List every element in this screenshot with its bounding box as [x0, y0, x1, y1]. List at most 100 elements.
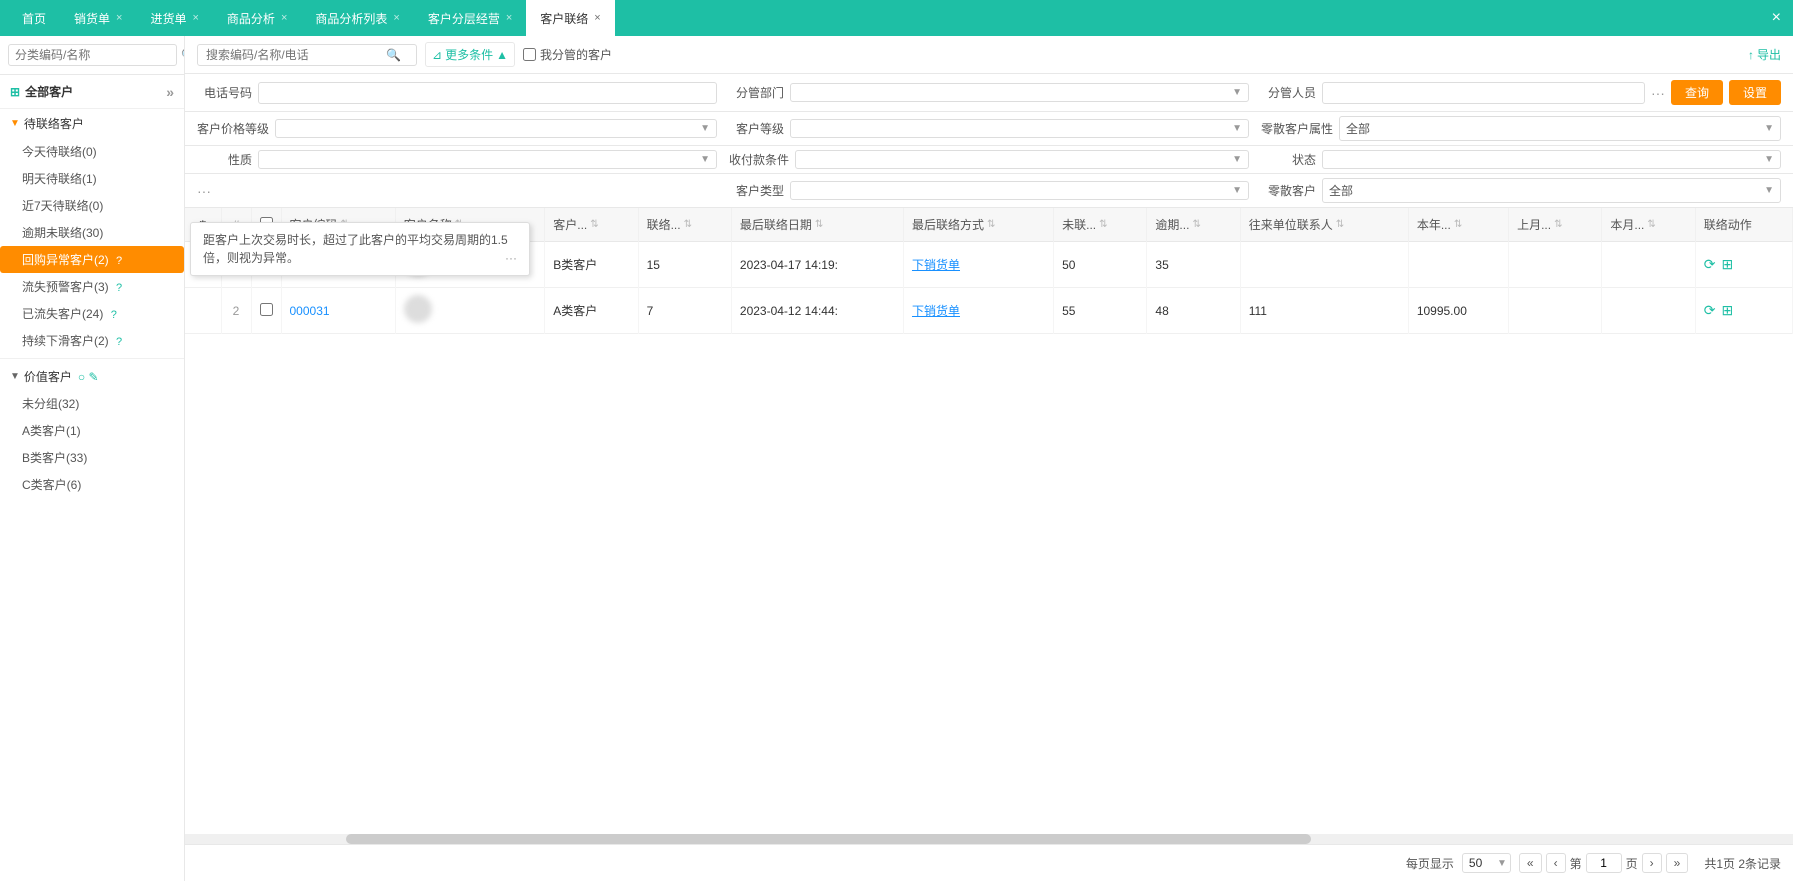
close-purchase-order[interactable]: ×	[192, 12, 198, 24]
row-contact-count-cell: 7	[638, 288, 731, 334]
manager-dots-icon[interactable]: ···	[1651, 85, 1665, 101]
sidebar-item-b-class[interactable]: B类客户(33)	[0, 444, 184, 471]
sidebar-item-a-class[interactable]: A类客户(1)	[0, 417, 184, 444]
cust-level-label: 客户等级	[729, 120, 784, 137]
cust-type-select[interactable]: ▼	[790, 181, 1249, 200]
row-checkbox[interactable]	[260, 303, 273, 316]
sidebar-item-tomorrow[interactable]: 明天待联络(1)	[0, 165, 184, 192]
col-contact-person[interactable]: 往来单位联系人⇅	[1240, 208, 1408, 242]
row-action-cell: ⟳ ⊞	[1695, 288, 1792, 334]
horizontal-scrollbar[interactable]	[185, 834, 1793, 844]
sidebar-item-ungroup[interactable]: 未分组(32)	[0, 390, 184, 417]
close-sales-order[interactable]: ×	[116, 12, 122, 24]
dots-expand-icon[interactable]: ···	[197, 183, 211, 199]
price-level-select[interactable]: ▼	[275, 119, 717, 138]
col-overdue[interactable]: 逾期...⇅	[1147, 208, 1240, 242]
sidebar-item-declining[interactable]: 持续下滑客户(2) ?	[0, 327, 184, 354]
filter-panel-row4: ··· 客户类型 ▼ 零散客户 全部 ▼	[185, 174, 1793, 208]
status-select[interactable]: ▼	[1322, 150, 1781, 169]
dept-select[interactable]: ▼	[790, 83, 1249, 102]
sidebar-collapse-btn[interactable]: »	[166, 84, 174, 100]
main-search-input[interactable]	[206, 48, 386, 62]
filter-status: 状态 ▼	[1261, 150, 1781, 169]
page-number-input[interactable]	[1586, 853, 1622, 873]
retail-attr-select[interactable]: 全部 ▼	[1339, 116, 1781, 141]
nav-customer-contact[interactable]: 客户联络 ×	[526, 0, 614, 36]
close-product-analysis[interactable]: ×	[281, 12, 287, 24]
prev-page-btn[interactable]: ‹	[1546, 853, 1566, 873]
col-contact-count[interactable]: 联络...⇅	[638, 208, 731, 242]
close-customer-contact[interactable]: ×	[594, 12, 600, 24]
total-info: 共1页 2条记录	[1704, 855, 1781, 872]
per-page-select[interactable]: 50 20 100	[1462, 853, 1511, 873]
nav-sales-order[interactable]: 销货单 ×	[60, 0, 136, 36]
query-btn[interactable]: 查询	[1671, 80, 1723, 105]
sort-cp-icon: ⇅	[1336, 219, 1344, 230]
sidebar-divider	[0, 358, 184, 359]
col-last-month[interactable]: 上月...⇅	[1509, 208, 1602, 242]
nav-product-analysis-list[interactable]: 商品分析列表 ×	[301, 0, 413, 36]
retail-cust-select[interactable]: 全部 ▼	[1322, 178, 1781, 203]
col-category[interactable]: 客户...⇅	[545, 208, 638, 242]
sidebar-item-c-class[interactable]: C类客户(6)	[0, 471, 184, 498]
export-btn[interactable]: ↑ 导出	[1748, 46, 1781, 63]
sidebar-all-customers-header[interactable]: ⊞ 全部客户 »	[0, 75, 184, 109]
filter-panel-row2: 客户价格等级 ▼ 客户等级 ▼ 零散客户属性 全部 ▼	[185, 112, 1793, 146]
sidebar-item-7days[interactable]: 近7天待联络(0)	[0, 192, 184, 219]
more-conditions-btn[interactable]: ⊿ 更多条件 ▲	[425, 42, 515, 67]
nav-customer-tier[interactable]: 客户分层经营 ×	[414, 0, 526, 36]
action-grid-icon[interactable]: ⊞	[1721, 256, 1733, 273]
customer-table-container: ⚙ # 客户编码⇅ 客户名称⇅ 客户...⇅	[185, 208, 1793, 834]
cust-level-select[interactable]: ▼	[790, 119, 1249, 138]
row-checkbox-cell[interactable]	[251, 288, 281, 334]
row-last-method-cell[interactable]: 下销货单	[903, 242, 1053, 288]
action-grid-icon[interactable]: ⊞	[1721, 302, 1733, 319]
first-page-btn[interactable]: «	[1519, 853, 1542, 873]
edit-icons[interactable]: ○ ✎	[78, 370, 99, 384]
phone-input[interactable]	[258, 82, 717, 104]
manager-input[interactable]	[1322, 82, 1645, 104]
my-customers-checkbox[interactable]	[523, 48, 536, 61]
sidebar-pending-group[interactable]: ▼ 待联络客户	[0, 109, 184, 138]
filter-payment: 收付款条件 ▼	[729, 150, 1249, 169]
sidebar-item-overdue[interactable]: 逾期未联络(30)	[0, 219, 184, 246]
row-last-method-cell[interactable]: 下销货单	[903, 288, 1053, 334]
action-link-icon[interactable]: ⟳	[1704, 256, 1716, 273]
filter-price-level: 客户价格等级 ▼	[197, 116, 717, 141]
row-this-year-cell: 10995.00	[1408, 288, 1508, 334]
row-category-cell: A类客户	[545, 288, 638, 334]
nav-purchase-order[interactable]: 进货单 ×	[136, 0, 212, 36]
col-last-method[interactable]: 最后联络方式⇅	[903, 208, 1053, 242]
payment-select[interactable]: ▼	[795, 150, 1249, 169]
main-search-icon[interactable]: 🔍	[386, 48, 401, 62]
my-customers-checkbox-label[interactable]: 我分管的客户	[523, 46, 612, 63]
next-page-btn[interactable]: ›	[1642, 853, 1662, 873]
sidebar-item-repurchase-abnormal[interactable]: 回购异常客户(2) ?	[0, 246, 184, 273]
payment-label: 收付款条件	[729, 151, 789, 168]
sidebar-item-today[interactable]: 今天待联络(0)	[0, 138, 184, 165]
nature-select[interactable]: ▼	[258, 150, 717, 169]
close-product-analysis-list[interactable]: ×	[393, 12, 399, 24]
nav-home[interactable]: 首页	[8, 0, 60, 36]
nav-product-analysis[interactable]: 商品分析 ×	[213, 0, 301, 36]
sidebar-search-input[interactable]	[8, 44, 177, 66]
close-all-tabs[interactable]: ×	[1772, 9, 1781, 27]
filter-panel-row3: 性质 ▼ 收付款条件 ▼ 状态 ▼	[185, 146, 1793, 174]
sidebar-item-churn-warning[interactable]: 流失预警客户(3) ?	[0, 273, 184, 300]
action-link-icon[interactable]: ⟳	[1704, 302, 1716, 319]
col-uncontacted[interactable]: 未联...⇅	[1054, 208, 1147, 242]
close-customer-tier[interactable]: ×	[506, 12, 512, 24]
row-uncontacted-cell: 55	[1054, 288, 1147, 334]
settings-btn[interactable]: 设置	[1729, 80, 1781, 105]
row-code-cell[interactable]: 000031	[281, 288, 395, 334]
row-overdue-cell: 48	[1147, 288, 1240, 334]
sidebar-item-churned[interactable]: 已流失客户(24) ?	[0, 300, 184, 327]
sidebar-value-group[interactable]: ▼ 价值客户 ○ ✎	[0, 363, 184, 390]
main-layout: 🔍 ⊞ 全部客户 » ▼ 待联络客户 今天待联络(0) 明天待联络(1) 近7天…	[0, 36, 1793, 881]
last-page-btn[interactable]: »	[1666, 853, 1689, 873]
col-this-month[interactable]: 本月...⇅	[1602, 208, 1695, 242]
col-last-date[interactable]: 最后联络日期⇅	[731, 208, 903, 242]
col-this-year[interactable]: 本年...⇅	[1408, 208, 1508, 242]
filter-icon: ⊿	[432, 48, 442, 62]
row-last-month-cell	[1509, 288, 1602, 334]
